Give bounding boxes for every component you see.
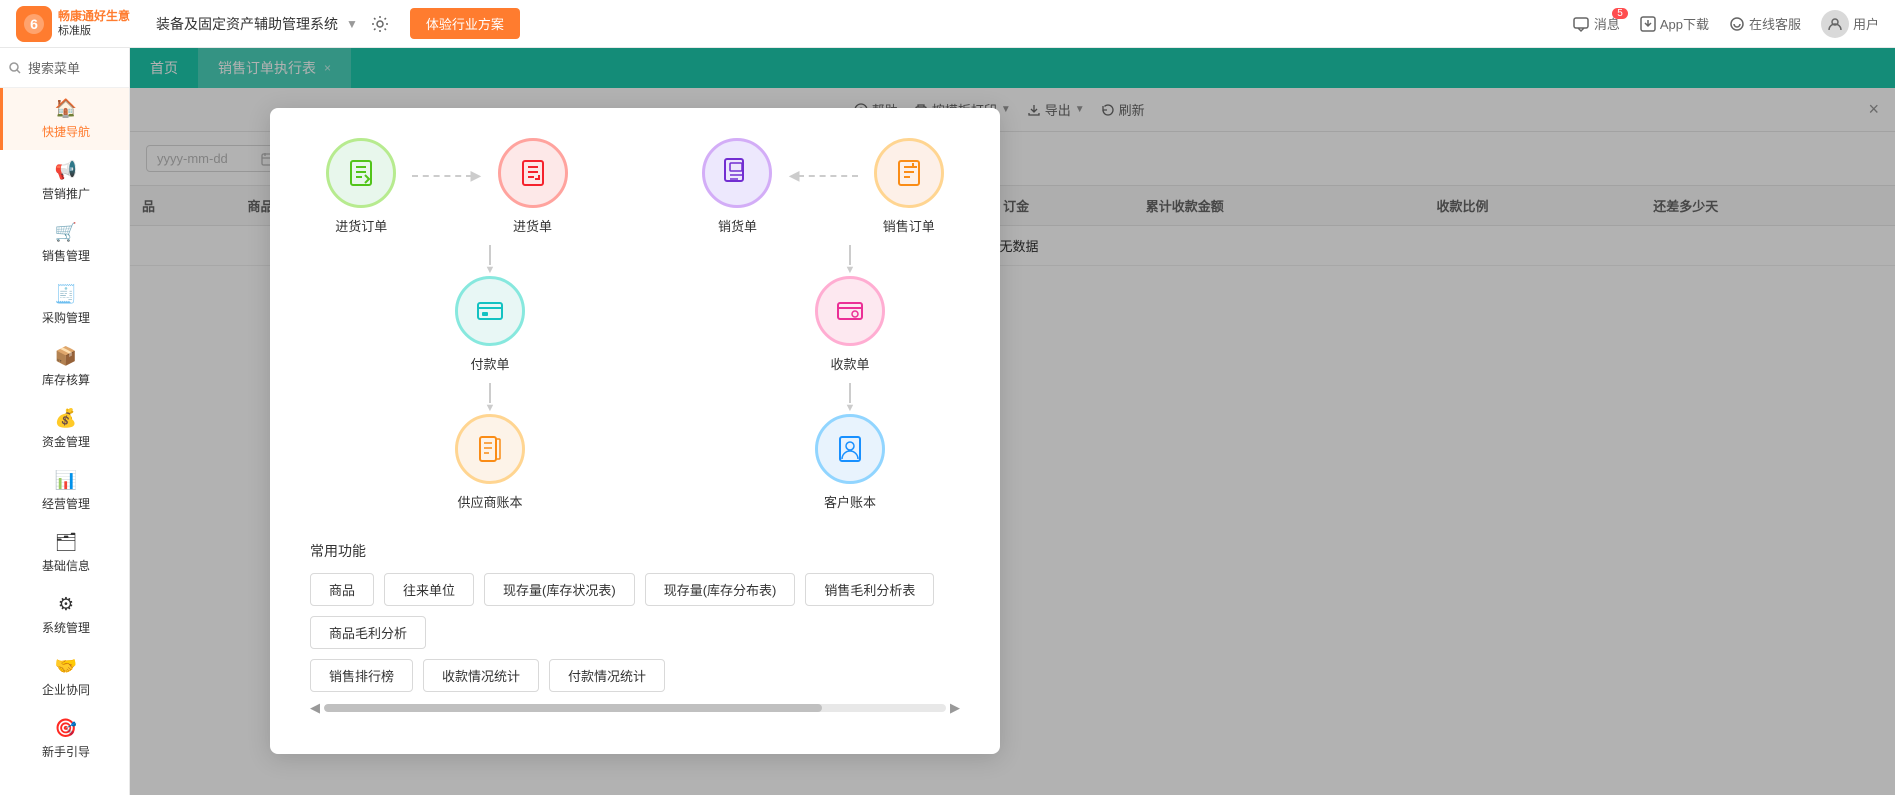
scroll-right-btn[interactable]: ▶ (950, 700, 960, 716)
common-btn-product-margin[interactable]: 商品毛利分析 (310, 616, 426, 649)
sales-bill-circle (702, 138, 772, 208)
flow-row-2: 付款单 (310, 276, 960, 373)
common-btn-stock-dist[interactable]: 现存量(库存分布表) (645, 573, 796, 606)
folder-icon: 🗂 (55, 532, 78, 553)
sidebar: 搜索菜单 🏠 快捷导航 📢 营销推广 🛒 销售管理 🧾 采购管理 📦 库存核算 (0, 48, 130, 795)
experience-btn[interactable]: 体验行业方案 (410, 8, 520, 39)
common-buttons-row1: 商品 往来单位 现存量(库存状况表) 现存量(库存分布表) 销售毛利分析表 商品… (310, 573, 960, 649)
message-btn[interactable]: 消息 5 (1572, 14, 1620, 33)
user-avatar[interactable]: 用户 (1821, 10, 1879, 38)
flow-node-purchase-order[interactable]: 进货订单 (310, 138, 412, 235)
scroll-track (324, 704, 946, 712)
app-download-btn[interactable]: App下载 (1640, 14, 1709, 33)
arrow-sales-order-to-bill: ◀ (789, 167, 858, 184)
target-icon: 🎯 (55, 718, 77, 739)
sidebar-item-quick-nav[interactable]: 🏠 快捷导航 (0, 88, 129, 150)
flow-arrows-row: ▼ ▼ (310, 245, 960, 276)
flow-diagram: 进货订单 ▶ (310, 138, 960, 521)
common-btn-partner[interactable]: 往来单位 (384, 573, 474, 606)
flow-node-receipt[interactable]: 收款单 (790, 276, 910, 373)
chart-icon: 📊 (55, 470, 77, 491)
main-area: 搜索菜单 🏠 快捷导航 📢 营销推广 🛒 销售管理 🧾 采购管理 📦 库存核算 (0, 48, 1895, 795)
modal-content: 进货订单 ▶ (270, 108, 1000, 754)
sidebar-item-inventory[interactable]: 📦 库存核算 (0, 336, 129, 398)
receipt-circle (815, 276, 885, 346)
top-right: 消息 5 App下载 在线客服 用户 (1572, 10, 1879, 38)
app-container: 6 畅康通好生意 标准版 装备及固定资产辅助管理系统 ▼ 体验行业方案 消息 5 (0, 0, 1895, 795)
purchase-order-circle (326, 138, 396, 208)
common-btn-sales-rank[interactable]: 销售排行榜 (310, 659, 413, 692)
logo-area: 6 畅康通好生意 标准版 (16, 6, 146, 42)
sidebar-item-sales[interactable]: 🛒 销售管理 (0, 212, 129, 274)
settings-icon[interactable] (366, 10, 394, 38)
flow-node-sales-order[interactable]: 销售订单 (858, 138, 960, 235)
flow-node-supplier-ledger[interactable]: 供应商账本 (430, 414, 550, 511)
quick-nav-modal: 进货订单 ▶ (270, 108, 1000, 754)
common-btn-sales-margin[interactable]: 销售毛利分析表 (805, 573, 934, 606)
purchase-bill-circle (498, 138, 568, 208)
gear-icon: ⚙ (58, 594, 74, 615)
sidebar-search[interactable]: 搜索菜单 (0, 48, 129, 88)
sidebar-item-purchase[interactable]: 🧾 采购管理 (0, 274, 129, 336)
box-icon: 📦 (55, 346, 77, 367)
online-service-btn[interactable]: 在线客服 (1729, 14, 1801, 33)
supplier-ledger-circle (455, 414, 525, 484)
flow-node-payment[interactable]: 付款单 (430, 276, 550, 373)
sidebar-item-finance[interactable]: 💰 资金管理 (0, 398, 129, 460)
handshake-icon: 🤝 (55, 656, 77, 677)
arrow-purchase-to-bill: ▶ (412, 167, 481, 184)
flow-node-purchase-bill[interactable]: 进货单 (481, 138, 583, 235)
sidebar-item-marketing[interactable]: 📢 营销推广 (0, 150, 129, 212)
logo-text: 畅康通好生意 标准版 (58, 9, 130, 39)
avatar (1821, 10, 1849, 38)
common-buttons-row2: 销售排行榜 收款情况统计 付款情况统计 (310, 659, 960, 692)
common-section: 常用功能 商品 往来单位 现存量(库存状况表) 现存量(库存分布表) 销售毛利分… (310, 541, 960, 692)
top-bar: 6 畅康通好生意 标准版 装备及固定资产辅助管理系统 ▼ 体验行业方案 消息 5 (0, 0, 1895, 48)
sidebar-item-system[interactable]: ⚙ 系统管理 (0, 584, 129, 646)
payment-circle (455, 276, 525, 346)
svg-text:6: 6 (30, 16, 38, 32)
chevron-down-icon[interactable]: ▼ (346, 17, 358, 31)
content-area: 首页 销售订单执行表 × ? 帮助 按模板打印 ▼ (130, 48, 1895, 795)
common-btn-payment-stats[interactable]: 付款情况统计 (549, 659, 665, 692)
megaphone-icon: 📢 (55, 160, 77, 181)
scroll-thumb (324, 704, 822, 712)
common-btn-product[interactable]: 商品 (310, 573, 374, 606)
sidebar-item-basic-info[interactable]: 🗂 基础信息 (0, 522, 129, 584)
system-name: 装备及固定资产辅助管理系统 ▼ (156, 14, 358, 34)
flow-row-1: 进货订单 ▶ (310, 138, 960, 235)
modal-overlay: 进货订单 ▶ (130, 48, 1895, 795)
scroll-bar: ◀ ▶ (310, 692, 960, 724)
sidebar-item-cooperation[interactable]: 🤝 企业协同 (0, 646, 129, 708)
money-icon: 💰 (55, 408, 77, 429)
common-btn-stock-status[interactable]: 现存量(库存状况表) (484, 573, 635, 606)
common-btn-receipt-stats[interactable]: 收款情况统计 (423, 659, 539, 692)
sidebar-item-operations[interactable]: 📊 经营管理 (0, 460, 129, 522)
flow-node-customer-ledger[interactable]: 客户账本 (790, 414, 910, 511)
sidebar-item-guide[interactable]: 🎯 新手引导 (0, 708, 129, 770)
cart-icon: 🛒 (55, 222, 77, 243)
receipt-icon: 🧾 (55, 284, 77, 305)
sales-order-circle (874, 138, 944, 208)
flow-arrows-row2: ▼ ▼ (310, 383, 960, 414)
home-icon: 🏠 (55, 98, 77, 119)
logo-icon: 6 (16, 6, 52, 42)
flow-node-sales-bill[interactable]: 销货单 (686, 138, 788, 235)
customer-ledger-circle (815, 414, 885, 484)
flow-row-3: 供应商账本 (310, 414, 960, 511)
scroll-left-btn[interactable]: ◀ (310, 700, 320, 716)
